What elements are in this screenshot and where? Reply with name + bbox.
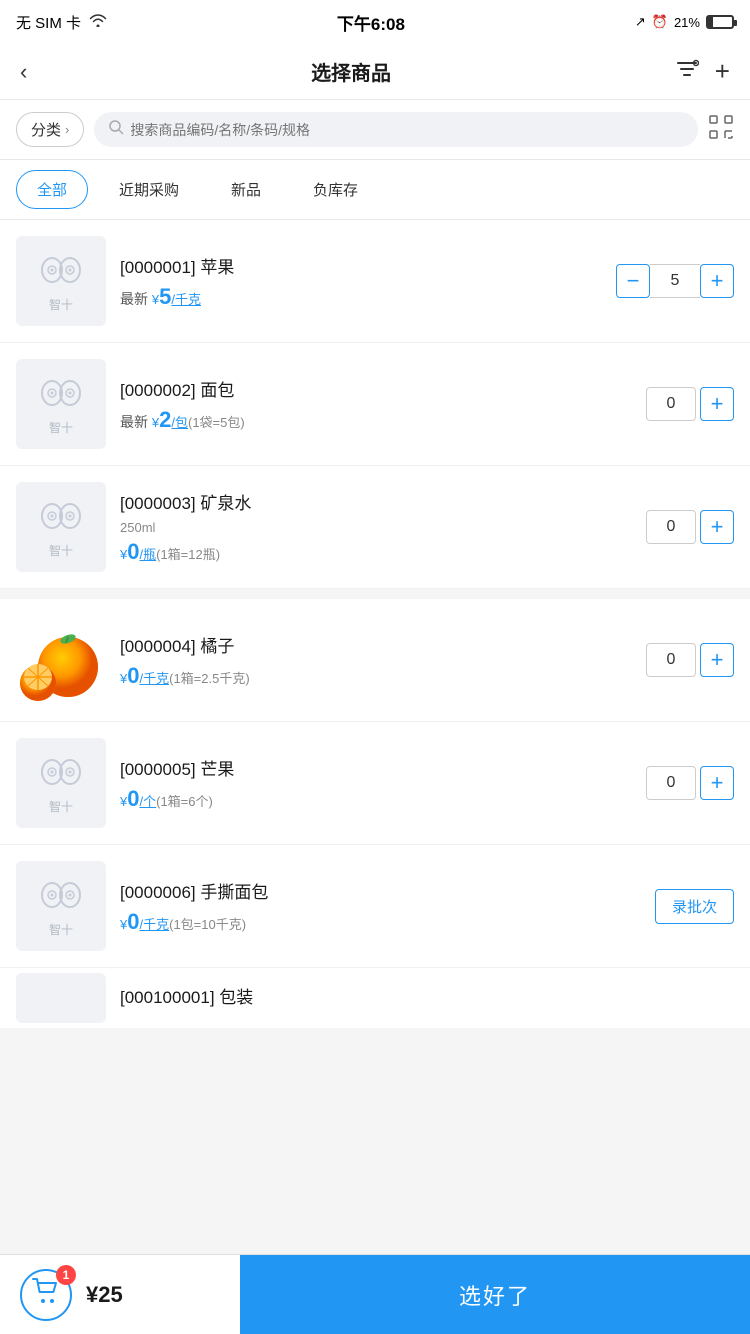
scan-icon[interactable] [708, 114, 734, 146]
product-image: 智十 [16, 359, 106, 449]
product-price: 最新 ¥2/包(1袋=5包) [120, 407, 632, 433]
cart-section: 1 ¥25 [0, 1269, 240, 1321]
product-info: [0000005] 芒果 ¥0/个(1箱=6个) [120, 755, 632, 812]
product-info: [0000006] 手撕面包 ¥0/千克(1包=10千克) [120, 878, 641, 935]
category-label: 分类 [31, 119, 61, 140]
search-box [94, 112, 698, 147]
qty-input[interactable] [646, 387, 696, 421]
product-name: [0000005] 芒果 [120, 755, 632, 780]
product-price: ¥0/瓶(1箱=12瓶) [120, 539, 632, 565]
nav-right: + [675, 56, 730, 87]
increase-button[interactable]: + [700, 264, 734, 298]
owl-icon [36, 875, 86, 919]
cart-icon [32, 1278, 60, 1311]
product-price: ¥0/千克(1箱=2.5千克) [120, 663, 632, 689]
confirm-button[interactable]: 选好了 [240, 1255, 750, 1334]
product-info: [0000002] 面包 最新 ¥2/包(1袋=5包) [120, 376, 632, 433]
owl-icon [36, 250, 86, 294]
qty-control: + [646, 766, 734, 800]
cart-button[interactable]: 1 [20, 1269, 72, 1321]
product-name: [0000004] 橘子 [120, 632, 632, 657]
filter-bar: 分类 › [0, 100, 750, 160]
product-info: [000100001] 包装 [120, 983, 734, 1014]
search-input[interactable] [130, 122, 684, 138]
qty-input[interactable] [646, 510, 696, 544]
product-list: 智十 [0000001] 苹果 最新 ¥5/千克 − + [0, 220, 750, 1028]
list-item: [000100001] 包装 [0, 968, 750, 1028]
list-item: 智十 [0000003] 矿泉水 250ml ¥0/瓶(1箱=12瓶) + [0, 466, 750, 589]
nav-bar: ‹ 选择商品 + [0, 44, 750, 100]
product-info: [0000003] 矿泉水 250ml ¥0/瓶(1箱=12瓶) [120, 489, 632, 565]
list-item: 智十 [0000001] 苹果 最新 ¥5/千克 − + [0, 220, 750, 343]
qty-input[interactable] [646, 643, 696, 677]
battery-icon [706, 15, 734, 29]
product-name: [000100001] 包装 [120, 983, 734, 1008]
location-icon: ↗ [635, 14, 646, 30]
product-info: [0000004] 橘子 ¥0/千克(1箱=2.5千克) [120, 632, 632, 689]
qty-control: 录批次 [655, 889, 734, 924]
product-image [16, 973, 106, 1023]
status-right: ↗ ⏰ 21% [635, 14, 734, 30]
product-name: [0000001] 苹果 [120, 253, 602, 278]
owl-icon [36, 752, 86, 796]
product-name: [0000002] 面包 [120, 376, 632, 401]
product-image: 智十 [16, 738, 106, 828]
owl-icon [36, 373, 86, 417]
product-image: 智十 [16, 236, 106, 326]
tab-recent[interactable]: 近期采购 [98, 170, 200, 209]
cart-badge: 1 [56, 1265, 76, 1285]
product-info: [0000001] 苹果 最新 ¥5/千克 [120, 253, 602, 310]
status-left: 无 SIM 卡 [16, 12, 107, 33]
qty-input[interactable] [650, 264, 700, 298]
category-button[interactable]: 分类 › [16, 112, 84, 147]
product-name: [0000006] 手撕面包 [120, 878, 641, 903]
back-button[interactable]: ‹ [20, 59, 27, 85]
search-icon [108, 119, 124, 140]
tab-negative-stock[interactable]: 负库存 [292, 170, 379, 209]
product-price: 最新 ¥5/千克 [120, 284, 602, 310]
status-time: 下午6:08 [337, 10, 405, 35]
list-item: [0000004] 橘子 ¥0/千克(1箱=2.5千克) + [0, 599, 750, 722]
alarm-icon: ⏰ [652, 14, 668, 30]
page-title: 选择商品 [311, 57, 391, 86]
qty-control: − + [616, 264, 734, 298]
brand-text: 智十 [49, 296, 73, 313]
battery-percent: 21% [674, 15, 700, 30]
increase-button[interactable]: + [700, 766, 734, 800]
product-image [16, 615, 106, 705]
product-name: [0000003] 矿泉水 [120, 489, 632, 514]
chevron-right-icon: › [65, 122, 69, 137]
tab-new[interactable]: 新品 [210, 170, 282, 209]
increase-button[interactable]: + [700, 387, 734, 421]
decrease-button[interactable]: − [616, 264, 650, 298]
sim-status: 无 SIM 卡 [16, 12, 81, 33]
qty-control: + [646, 643, 734, 677]
qty-control: + [646, 510, 734, 544]
tabs-bar: 全部 近期采购 新品 负库存 [0, 160, 750, 220]
qty-control: + [646, 387, 734, 421]
nav-left: ‹ [20, 59, 27, 85]
product-image: 智十 [16, 482, 106, 572]
batch-button[interactable]: 录批次 [655, 889, 734, 924]
product-image: 智十 [16, 861, 106, 951]
filter-icon[interactable] [675, 57, 699, 87]
increase-button[interactable]: + [700, 510, 734, 544]
owl-icon [36, 496, 86, 540]
list-item: 智十 [0000005] 芒果 ¥0/个(1箱=6个) + [0, 722, 750, 845]
cart-total: ¥25 [86, 1282, 123, 1308]
status-bar: 无 SIM 卡 下午6:08 ↗ ⏰ 21% [0, 0, 750, 44]
list-item: 智十 [0000006] 手撕面包 ¥0/千克(1包=10千克) 录批次 [0, 845, 750, 968]
increase-button[interactable]: + [700, 643, 734, 677]
qty-input[interactable] [646, 766, 696, 800]
product-spec: 250ml [120, 520, 632, 535]
tab-all[interactable]: 全部 [16, 170, 88, 209]
product-price: ¥0/个(1箱=6个) [120, 786, 632, 812]
bottom-bar: 1 ¥25 选好了 [0, 1254, 750, 1334]
list-item: 智十 [0000002] 面包 最新 ¥2/包(1袋=5包) + [0, 343, 750, 466]
product-price: ¥0/千克(1包=10千克) [120, 909, 641, 935]
wifi-icon [89, 13, 107, 31]
add-icon[interactable]: + [715, 56, 730, 87]
